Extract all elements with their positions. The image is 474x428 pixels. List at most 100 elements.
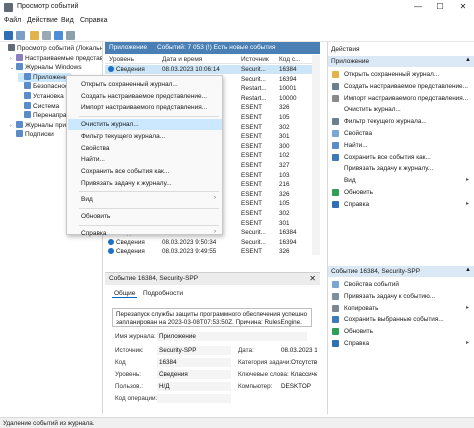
- event-id: 16394: [279, 238, 297, 246]
- menu-separator: [79, 191, 219, 193]
- action-item[interactable]: Привязать задачу к журналу...: [328, 163, 474, 174]
- actions-section-event[interactable]: Событие 16384, Security-SPP ▲: [328, 266, 474, 277]
- close-window-button[interactable]: ✕: [455, 2, 471, 12]
- events-scrollbar[interactable]: [312, 55, 320, 255]
- column-event-id[interactable]: Код с...: [279, 56, 301, 63]
- menu-action[interactable]: Действие: [27, 17, 58, 24]
- show-actions-icon[interactable]: [66, 31, 75, 40]
- context-menu-item[interactable]: Справка ›: [68, 228, 222, 239]
- tree-item[interactable]: Просмотр событий (Локальный): [2, 44, 102, 53]
- minimize-button[interactable]: —: [410, 2, 426, 12]
- event-row[interactable]: Сведения 08.03.2023 9:49:55 ESENT 326: [105, 247, 320, 256]
- action-item[interactable]: Свойства: [328, 128, 474, 139]
- back-icon[interactable]: [4, 31, 13, 40]
- action-label: Копировать: [344, 304, 379, 312]
- event-detail-title-bar: Событие 16384, Security-SPP ✕: [105, 273, 320, 285]
- prop-logged-label: Дата:: [238, 347, 254, 354]
- context-menu-item[interactable]: Создать настраиваемое представление...: [68, 91, 222, 102]
- refresh-icon: [332, 189, 339, 196]
- prop-user-label: Пользов.:: [115, 383, 144, 390]
- action-item[interactable]: Обновить: [328, 326, 474, 337]
- action-item[interactable]: Создать настраиваемое представление...: [328, 81, 474, 92]
- context-menu-item[interactable]: Свойства: [68, 143, 222, 154]
- menu-view[interactable]: Вид: [61, 17, 74, 24]
- action-item[interactable]: Сохранить выбранные события...: [328, 314, 474, 325]
- action-item[interactable]: Копировать ▸: [328, 303, 474, 314]
- event-id: 326: [279, 190, 290, 198]
- help-icon[interactable]: [54, 31, 63, 40]
- action-item[interactable]: Свойства событий: [328, 279, 474, 290]
- context-menu-item[interactable]: Открыть сохраненный журнал...: [68, 79, 222, 90]
- event-source: ESENT: [241, 219, 262, 227]
- event-row[interactable]: Сведения 08.03.2023 9:50:34 Securit... 1639…: [105, 238, 320, 247]
- context-menu-item[interactable]: Сохранить все события как...: [68, 166, 222, 177]
- action-label: Привязать задачу к журналу...: [344, 165, 434, 173]
- title-bar: Просмотр событий — ☐ ✕: [0, 0, 474, 14]
- column-datetime[interactable]: Дата и время: [162, 56, 202, 63]
- forward-icon[interactable]: [16, 31, 25, 40]
- context-menu-item[interactable]: Обновить: [68, 211, 222, 222]
- event-row[interactable]: Сведения 08.03.2023 10:06:14 Securit... 163…: [105, 65, 320, 74]
- collapse-icon[interactable]: ▲: [465, 57, 471, 63]
- event-source: ESENT: [241, 171, 262, 179]
- action-item[interactable]: Найти...: [328, 140, 474, 151]
- tree-item[interactable]: Установка: [18, 92, 64, 101]
- folder-icon[interactable]: [30, 31, 39, 40]
- event-source: Securit...: [241, 75, 266, 83]
- actions-section-event-title: Событие 16384, Security-SPP: [331, 268, 421, 275]
- action-label: Фильтр текущего журнала...: [344, 118, 427, 126]
- action-item[interactable]: Вид ▸: [328, 175, 474, 186]
- event-description: Перезапуск службы защиты программного об…: [112, 308, 312, 327]
- action-item[interactable]: Привязать задачу к событию...: [328, 291, 474, 302]
- action-item[interactable]: Справка ▸: [328, 199, 474, 210]
- action-item[interactable]: Импорт настраиваемого представления...: [328, 93, 474, 104]
- filter-icon: [332, 82, 339, 90]
- event-viewer-app-icon: [4, 3, 13, 12]
- action-label: Найти...: [344, 141, 368, 149]
- help-icon: [332, 200, 339, 208]
- action-item[interactable]: Сохранить все события как...: [328, 152, 474, 163]
- maximize-button[interactable]: ☐: [432, 2, 448, 12]
- menu-file[interactable]: Файл: [4, 17, 21, 24]
- menu-help[interactable]: Справка: [80, 17, 107, 24]
- action-item[interactable]: Обновить: [328, 187, 474, 198]
- context-menu-item[interactable]: Найти...: [68, 154, 222, 165]
- actions-header: Действия: [328, 44, 474, 55]
- context-menu-item[interactable]: Очистить журнал...: [68, 119, 222, 131]
- column-level[interactable]: Уровень: [109, 56, 134, 63]
- context-menu-label: Найти...: [81, 156, 105, 164]
- show-tree-icon[interactable]: [42, 31, 51, 40]
- action-label: Создать настраиваемое представление...: [344, 82, 468, 90]
- collapse-icon[interactable]: ▲: [465, 267, 471, 273]
- tab-details[interactable]: Подробности: [141, 290, 185, 297]
- action-label: Обновить: [344, 189, 373, 196]
- action-item[interactable]: Очистить журнал...: [328, 104, 474, 115]
- prop-source-value: Security-SPP: [159, 347, 197, 354]
- log-icon: [16, 53, 23, 61]
- tree-item[interactable]: Приложение: [18, 72, 72, 82]
- tree-item[interactable]: ›Настраиваемые представления: [10, 53, 102, 63]
- action-item[interactable]: Открыть сохраненный журнал...: [328, 69, 474, 80]
- context-menu-label: Фильтр текущего журнала...: [81, 132, 166, 140]
- column-source[interactable]: Источник: [241, 56, 269, 63]
- tree-item[interactable]: Система: [18, 101, 59, 111]
- tab-general[interactable]: Общие: [112, 290, 138, 298]
- tree-item[interactable]: ⌄ Журналы Windows: [10, 63, 82, 72]
- context-menu-item[interactable]: Привязать задачу к журналу...: [68, 178, 222, 189]
- prop-keywords-value: Классический: [291, 371, 317, 378]
- status-text: Удаление событий из журнала.: [3, 420, 95, 427]
- close-icon[interactable]: ✕: [309, 274, 316, 283]
- event-source: ESENT: [241, 248, 262, 256]
- action-item[interactable]: Справка ▸: [328, 338, 474, 349]
- context-menu-item[interactable]: Фильтр текущего журнала...: [68, 131, 222, 142]
- log-icon: [24, 72, 31, 80]
- event-source: Restart...: [241, 85, 267, 93]
- context-menu-item[interactable]: Вид ›: [68, 194, 222, 205]
- action-item[interactable]: Фильтр текущего журнала...: [328, 116, 474, 127]
- events-grid-header: Уровень Дата и время Источник Код с...: [105, 55, 320, 64]
- actions-section-log[interactable]: Приложение ▲: [328, 56, 474, 67]
- context-menu-item[interactable]: Импорт настраиваемого представления...: [68, 102, 222, 113]
- actions-title: Действия: [331, 46, 360, 53]
- tree-item[interactable]: Подписки: [10, 130, 54, 139]
- log-icon: [16, 130, 23, 138]
